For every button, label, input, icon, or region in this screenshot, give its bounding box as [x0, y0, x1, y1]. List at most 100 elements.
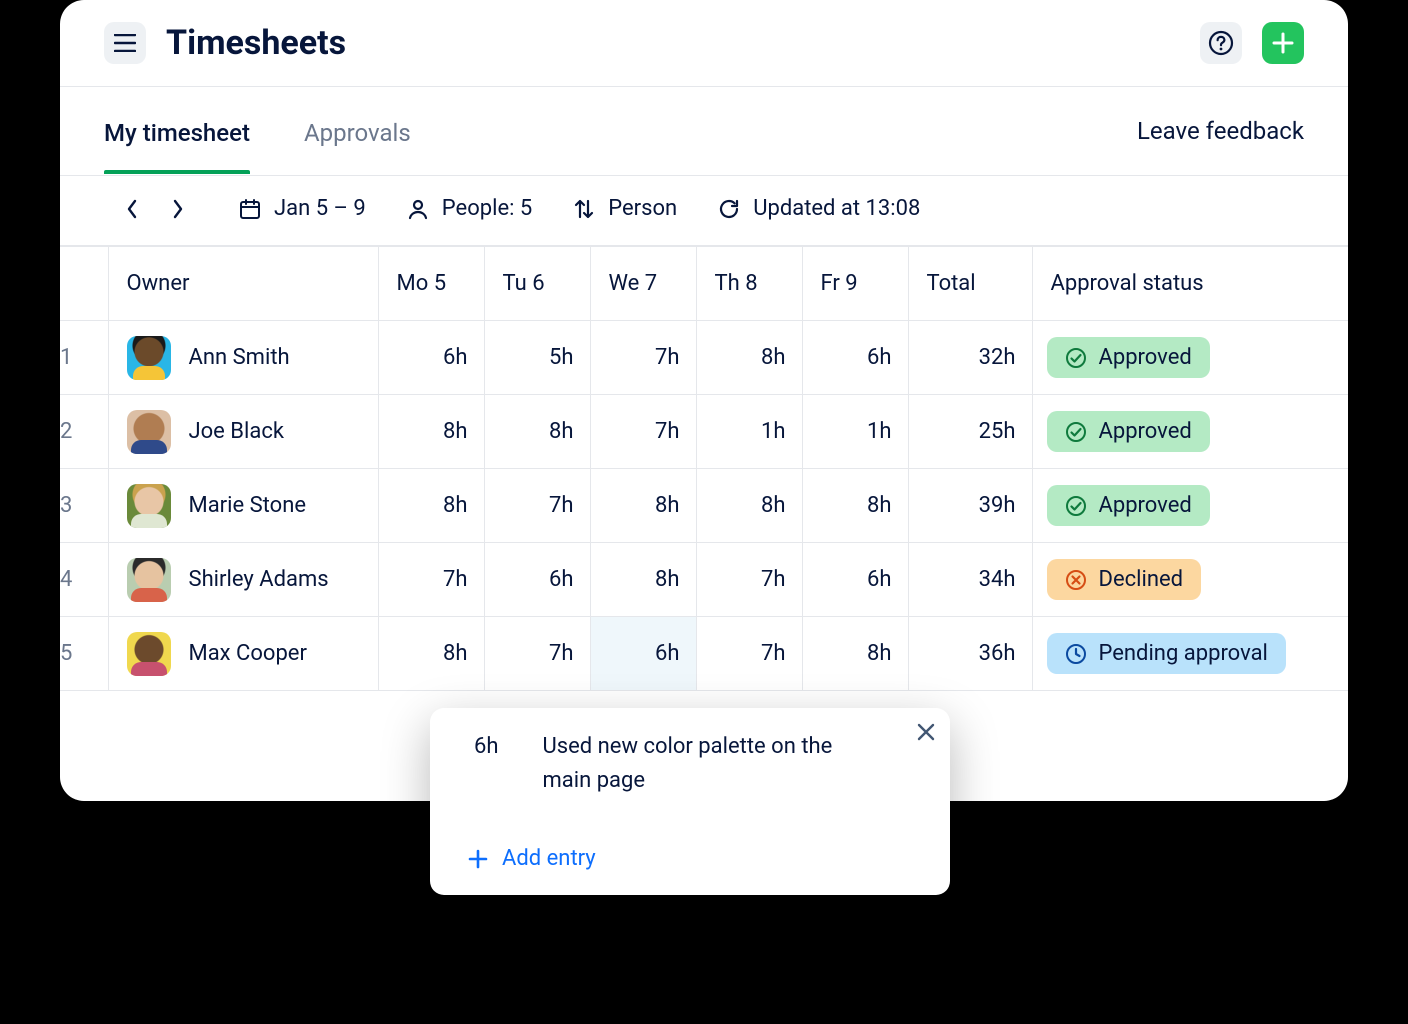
status-badge: Pending approval: [1047, 633, 1286, 674]
day-cell[interactable]: 8h: [590, 469, 696, 543]
check-circle-icon: [1065, 421, 1087, 443]
chevron-left-icon: [126, 199, 138, 219]
owner-name: Joe Black: [189, 419, 285, 444]
table-row[interactable]: 4 Shirley Adams 7h 6h 8h 7h 6h 34h Decli…: [60, 543, 1348, 617]
total-cell: 34h: [908, 543, 1032, 617]
x-circle-icon: [1065, 569, 1087, 591]
day-cell[interactable]: 7h: [590, 395, 696, 469]
day-cell[interactable]: 8h: [696, 321, 802, 395]
check-circle-icon: [1065, 347, 1087, 369]
plus-icon: [468, 849, 488, 869]
page-title: Timesheets: [166, 23, 346, 63]
owner-name: Shirley Adams: [189, 567, 329, 592]
col-day: Fr 9: [803, 271, 908, 296]
avatar: [127, 336, 171, 380]
total-cell: 25h: [908, 395, 1032, 469]
sort-icon: [572, 197, 596, 221]
total-cell: 39h: [908, 469, 1032, 543]
day-cell[interactable]: 8h: [590, 543, 696, 617]
table-header-row: Owner Mo 5 Tu 6 We 7 Th 8 Fr 9 Total App…: [60, 247, 1348, 321]
sort-control[interactable]: Person: [572, 196, 677, 221]
avatar: [127, 632, 171, 676]
toolbar: Jan 5 – 9 People: 5 Person Updated at 13…: [60, 176, 1348, 245]
col-status: Approval status: [1033, 271, 1349, 296]
popover-note: Used new color palette on the main page: [542, 730, 842, 798]
day-cell[interactable]: 8h: [484, 395, 590, 469]
row-index: 4: [60, 543, 108, 617]
refresh-status[interactable]: Updated at 13:08: [717, 196, 920, 221]
avatar: [127, 410, 171, 454]
day-cell[interactable]: 7h: [696, 617, 802, 691]
leave-feedback-link[interactable]: Leave feedback: [1137, 87, 1304, 175]
status-badge: Approved: [1047, 485, 1210, 526]
tab-my-timesheet[interactable]: My timesheet: [104, 89, 250, 173]
day-cell[interactable]: 6h: [802, 543, 908, 617]
person-icon: [406, 197, 430, 221]
app-window: Timesheets My timesheet Approvals Leave …: [60, 0, 1348, 801]
tabs: My timesheet Approvals Leave feedback: [60, 87, 1348, 175]
day-cell[interactable]: 8h: [378, 617, 484, 691]
add-entry-button[interactable]: Add entry: [468, 846, 924, 871]
header: Timesheets: [60, 0, 1348, 86]
avatar: [127, 484, 171, 528]
row-index: 3: [60, 469, 108, 543]
row-index: 5: [60, 617, 108, 691]
calendar-icon: [238, 197, 262, 221]
hamburger-icon: [114, 34, 136, 52]
col-owner: Owner: [109, 271, 378, 296]
tab-approvals[interactable]: Approvals: [304, 89, 411, 173]
day-cell[interactable]: 8h: [802, 469, 908, 543]
status-badge: Approved: [1047, 411, 1210, 452]
col-total: Total: [909, 271, 1032, 296]
avatar: [127, 558, 171, 602]
timesheet-table: Owner Mo 5 Tu 6 We 7 Th 8 Fr 9 Total App…: [60, 245, 1348, 691]
owner-name: Max Cooper: [189, 641, 307, 666]
next-week-button[interactable]: [162, 199, 194, 219]
date-range-picker[interactable]: Jan 5 – 9: [238, 196, 366, 221]
add-entry-label: Add entry: [502, 846, 596, 871]
help-button[interactable]: [1200, 22, 1242, 64]
day-cell[interactable]: 6h: [590, 617, 696, 691]
col-day: We 7: [591, 271, 696, 296]
owner-name: Marie Stone: [189, 493, 307, 518]
day-cell[interactable]: 8h: [802, 617, 908, 691]
day-cell[interactable]: 7h: [590, 321, 696, 395]
day-cell[interactable]: 6h: [484, 543, 590, 617]
date-range-label: Jan 5 – 9: [274, 196, 366, 221]
popover-close-button[interactable]: [916, 722, 936, 746]
day-cell[interactable]: 1h: [802, 395, 908, 469]
day-cell[interactable]: 6h: [378, 321, 484, 395]
table-row[interactable]: 3 Marie Stone 8h 7h 8h 8h 8h 39h Approve…: [60, 469, 1348, 543]
day-cell[interactable]: 7h: [484, 617, 590, 691]
day-cell[interactable]: 5h: [484, 321, 590, 395]
plus-icon: [1272, 32, 1294, 54]
day-cell[interactable]: 8h: [378, 469, 484, 543]
sort-label: Person: [608, 196, 677, 221]
row-index: 1: [60, 321, 108, 395]
check-circle-icon: [1065, 495, 1087, 517]
entry-popover: 6h Used new color palette on the main pa…: [430, 708, 950, 895]
prev-week-button[interactable]: [116, 199, 148, 219]
row-index: 2: [60, 395, 108, 469]
day-cell[interactable]: 1h: [696, 395, 802, 469]
day-cell[interactable]: 8h: [696, 469, 802, 543]
day-cell[interactable]: 7h: [696, 543, 802, 617]
total-cell: 32h: [908, 321, 1032, 395]
table-row[interactable]: 1 Ann Smith 6h 5h 7h 8h 6h 32h Approved: [60, 321, 1348, 395]
updated-label: Updated at 13:08: [753, 196, 920, 221]
day-cell[interactable]: 7h: [484, 469, 590, 543]
people-filter[interactable]: People: 5: [406, 196, 532, 221]
menu-button[interactable]: [104, 22, 146, 64]
help-icon: [1208, 30, 1234, 56]
add-button[interactable]: [1262, 22, 1304, 64]
status-badge: Declined: [1047, 559, 1202, 600]
table-row[interactable]: 5 Max Cooper 8h 7h 6h 7h 8h 36h Pending …: [60, 617, 1348, 691]
day-cell[interactable]: 6h: [802, 321, 908, 395]
table-row[interactable]: 2 Joe Black 8h 8h 7h 1h 1h 25h Approved: [60, 395, 1348, 469]
day-cell[interactable]: 7h: [378, 543, 484, 617]
day-cell[interactable]: 8h: [378, 395, 484, 469]
popover-hours: 6h: [474, 730, 498, 798]
people-label: People: 5: [442, 196, 532, 221]
status-badge: Approved: [1047, 337, 1210, 378]
col-day: Th 8: [697, 271, 802, 296]
